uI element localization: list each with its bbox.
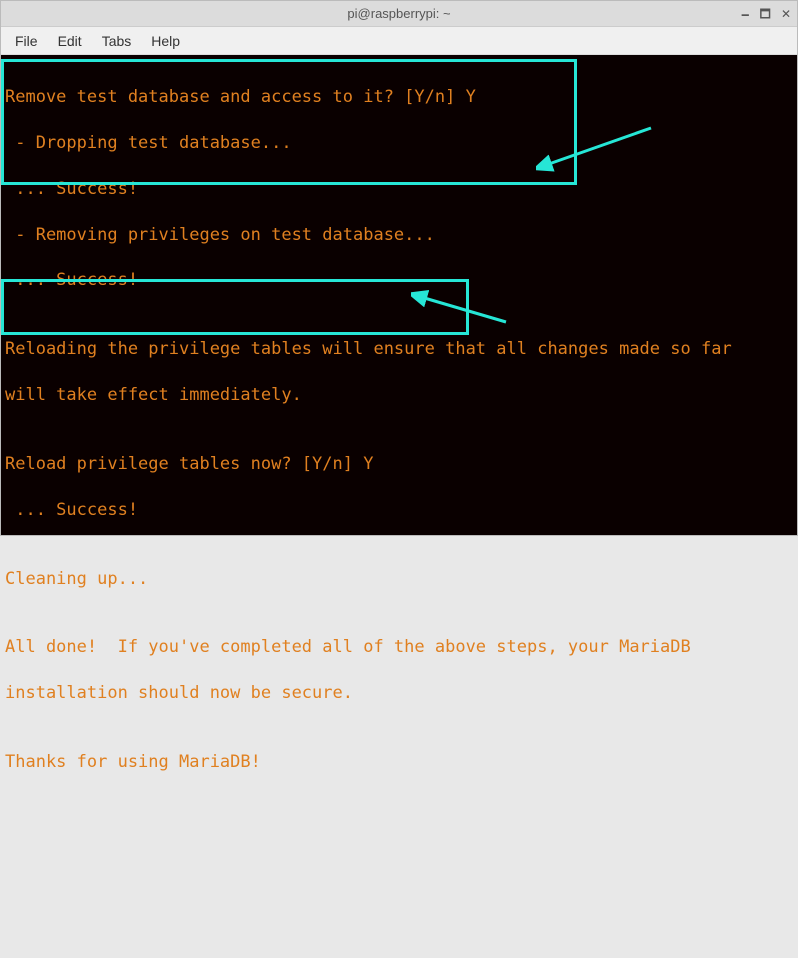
window-titlebar: pi@raspberrypi: ~ 🗕 🗖 ✕ [1,1,797,27]
annotation-highlight-box [1,59,577,185]
minimize-icon[interactable]: 🗕 [741,8,750,20]
terminal-line: - Dropping test database... [5,132,795,155]
window-title: pi@raspberrypi: ~ [347,6,450,21]
menu-file[interactable]: File [7,31,46,51]
annotation-arrow-icon [411,287,511,327]
terminal-line: installation should now be secure. [5,682,795,705]
terminal-line: Remove test database and access to it? [… [5,86,795,109]
menu-tabs[interactable]: Tabs [94,31,140,51]
terminal-line: Cleaning up... [5,568,795,591]
terminal-line: ... Success! [5,178,795,201]
window-controls: 🗕 🗖 ✕ [741,1,791,27]
terminal-output[interactable]: Remove test database and access to it? [… [1,55,797,535]
menu-help[interactable]: Help [143,31,188,51]
close-icon[interactable]: ✕ [781,8,791,20]
menu-edit[interactable]: Edit [50,31,90,51]
terminal-line: ... Success! [5,269,795,292]
terminal-line: All done! If you've completed all of the… [5,636,795,659]
terminal-line: ... Success! [5,499,795,522]
maximize-icon[interactable]: 🗖 [760,8,771,20]
terminal-line: Reload privilege tables now? [Y/n] Y [5,453,795,476]
terminal-line: Reloading the privilege tables will ensu… [5,338,795,361]
terminal-line: Thanks for using MariaDB! [5,751,795,774]
terminal-line: will take effect immediately. [5,384,795,407]
menubar: File Edit Tabs Help [1,27,797,55]
terminal-line: - Removing privileges on test database..… [5,224,795,247]
